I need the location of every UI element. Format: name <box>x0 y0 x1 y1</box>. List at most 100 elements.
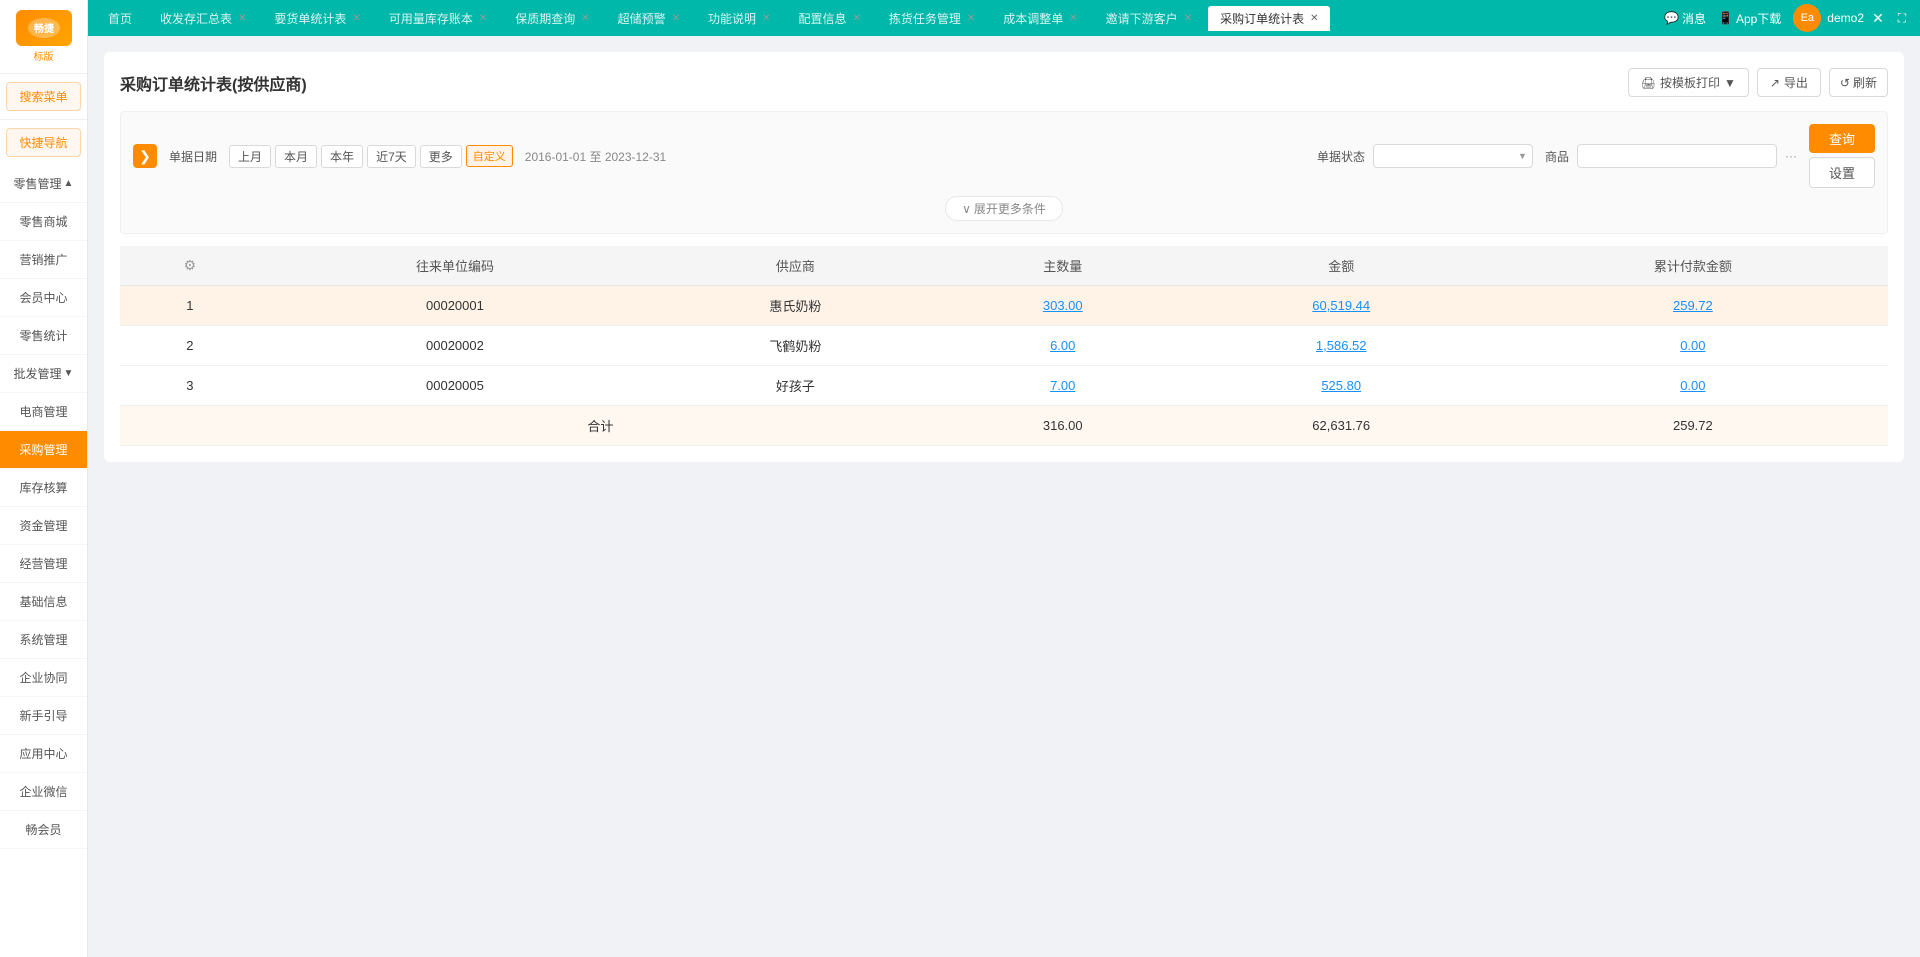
date-btn-this-year[interactable]: 本年 <box>321 145 363 168</box>
filter-expand-row: ∨ 展开更多条件 <box>133 196 1875 221</box>
chevron-down-icon: ▲ <box>64 178 74 189</box>
tab-cost-adjust[interactable]: 成本调整单 ✕ <box>991 6 1089 31</box>
search-menu-button[interactable]: 搜索菜单 <box>6 82 81 111</box>
row-1-paid-link[interactable]: 259.72 <box>1673 298 1713 313</box>
date-btn-7-days[interactable]: 近7天 <box>367 145 416 168</box>
goods-filter-input[interactable] <box>1577 144 1777 168</box>
tab-receive-pay-close[interactable]: ✕ <box>238 13 246 24</box>
export-button[interactable]: ↗ 导出 <box>1757 68 1821 97</box>
window-expand-button[interactable]: ⛶ <box>1892 8 1912 28</box>
tab-home[interactable]: 首页 <box>96 6 144 31</box>
goods-filter-label: 商品 <box>1545 148 1569 165</box>
tab-func-desc-close[interactable]: ✕ <box>762 13 770 24</box>
message-label: 消息 <box>1682 10 1706 27</box>
download-icon: 📱 <box>1718 11 1733 25</box>
date-btn-more[interactable]: 更多 <box>420 145 462 168</box>
tab-expiry-query-close[interactable]: ✕ <box>581 13 589 24</box>
tab-receive-pay[interactable]: 收发存汇总表 ✕ <box>148 6 258 31</box>
sidebar-item-ecommerce-mgmt[interactable]: 电商管理 <box>0 393 87 431</box>
goods-more-button[interactable]: ··· <box>1785 149 1797 163</box>
sidebar-item-wholesale-mgmt[interactable]: 批发管理 ▼ <box>0 355 87 393</box>
row-3-qty-link[interactable]: 7.00 <box>1050 378 1075 393</box>
date-btn-last-month[interactable]: 上月 <box>229 145 271 168</box>
row-2-amount-link[interactable]: 1,586.52 <box>1316 338 1367 353</box>
sidebar-item-vip-member[interactable]: 畅会员 <box>0 811 87 849</box>
sidebar-item-label: 应用中心 <box>19 747 67 761</box>
export-label: 导出 <box>1784 74 1808 91</box>
row-3-paid-link[interactable]: 0.00 <box>1680 378 1705 393</box>
user-info[interactable]: Ea demo2 <box>1793 4 1864 32</box>
date-btn-this-month[interactable]: 本月 <box>275 145 317 168</box>
filter-toggle-button[interactable]: ❯ <box>133 144 157 168</box>
tab-overstock-warn[interactable]: 超储预警 ✕ <box>606 6 692 31</box>
tab-expiry-query[interactable]: 保质期查询 ✕ <box>503 6 601 31</box>
sidebar-item-finance-mgmt[interactable]: 资金管理 <box>0 507 87 545</box>
tab-receive-pay-label: 收发存汇总表 <box>160 10 232 27</box>
column-settings-icon[interactable]: ⚙ <box>184 257 197 273</box>
tab-invite-downstream[interactable]: 邀请下游客户 ✕ <box>1094 6 1204 31</box>
tab-config-info[interactable]: 配置信息 ✕ <box>786 6 872 31</box>
tab-cost-adjust-close[interactable]: ✕ <box>1069 13 1077 24</box>
footer-label: 合计 <box>260 406 941 446</box>
sidebar-item-purchase-mgmt[interactable]: 采购管理 <box>0 431 87 469</box>
row-3-qty: 7.00 <box>941 366 1185 406</box>
message-button[interactable]: 💬 消息 <box>1664 10 1706 27</box>
col-supplier-header: 供应商 <box>650 246 941 286</box>
sidebar-item-enterprise-wechat[interactable]: 企业微信 <box>0 773 87 811</box>
row-2-paid-link[interactable]: 0.00 <box>1680 338 1705 353</box>
tab-overstock-warn-close[interactable]: ✕ <box>672 13 680 24</box>
tab-available-inv-close[interactable]: ✕ <box>479 13 487 24</box>
sidebar-item-enterprise-collab[interactable]: 企业协同 <box>0 659 87 697</box>
refresh-button[interactable]: ↺ 刷新 <box>1829 68 1888 97</box>
row-3-paid: 0.00 <box>1498 366 1888 406</box>
app-logo[interactable]: 畅捷 标版 <box>0 0 87 74</box>
row-1-amount-link[interactable]: 60,519.44 <box>1312 298 1370 313</box>
settings-button[interactable]: 设置 <box>1809 157 1875 188</box>
query-button[interactable]: 查询 <box>1809 124 1875 153</box>
tab-goods-stats-close[interactable]: ✕ <box>352 13 360 24</box>
sidebar-item-app-center[interactable]: 应用中心 <box>0 735 87 773</box>
sidebar-item-inventory-check[interactable]: 库存核算 <box>0 469 87 507</box>
sidebar-item-system-mgmt[interactable]: 系统管理 <box>0 621 87 659</box>
row-3-amount-link[interactable]: 525.80 <box>1321 378 1361 393</box>
sidebar-item-retail-mall[interactable]: 零售商城 <box>0 203 87 241</box>
tab-available-inv[interactable]: 可用量库存账本 ✕ <box>377 6 499 31</box>
expand-conditions-button[interactable]: ∨ 展开更多条件 <box>945 196 1063 221</box>
print-button[interactable]: 🖨 按模板打印 ▼ <box>1628 68 1749 97</box>
export-icon: ↗ <box>1770 76 1780 90</box>
quick-nav-button[interactable]: 快捷导航 <box>6 128 81 157</box>
tab-expiry-query-label: 保质期查询 <box>515 10 575 27</box>
tab-purchase-stats-close[interactable]: ✕ <box>1310 13 1318 24</box>
window-close-button[interactable]: ✕ <box>1868 8 1888 28</box>
tab-config-info-close[interactable]: ✕ <box>852 13 860 24</box>
row-3-amount: 525.80 <box>1185 366 1498 406</box>
tab-pickup-task-close[interactable]: ✕ <box>967 13 975 24</box>
sidebar-item-member-center[interactable]: 会员中心 <box>0 279 87 317</box>
row-3-supplier: 好孩子 <box>650 366 941 406</box>
sidebar-search-section: 搜索菜单 <box>0 74 87 120</box>
app-download-button[interactable]: 📱 App下载 <box>1718 10 1781 27</box>
row-2-qty-link[interactable]: 6.00 <box>1050 338 1075 353</box>
sidebar-item-new-guide[interactable]: 新手引导 <box>0 697 87 735</box>
tab-func-desc[interactable]: 功能说明 ✕ <box>696 6 782 31</box>
tab-invite-downstream-close[interactable]: ✕ <box>1184 13 1192 24</box>
tab-purchase-stats[interactable]: 采购订单统计表 ✕ <box>1208 6 1330 31</box>
tab-goods-stats[interactable]: 要货单统计表 ✕ <box>262 6 372 31</box>
tab-overstock-warn-label: 超储预警 <box>618 10 666 27</box>
page-title: 采购订单统计表(按供应商) <box>120 71 307 95</box>
col-settings: ⚙ <box>120 246 260 286</box>
row-1-qty-link[interactable]: 303.00 <box>1043 298 1083 313</box>
sidebar-item-label: 零售统计 <box>19 329 67 343</box>
tab-pickup-task[interactable]: 拣货任务管理 ✕ <box>877 6 987 31</box>
avatar: Ea <box>1793 4 1821 32</box>
sidebar-item-basic-info[interactable]: 基础信息 <box>0 583 87 621</box>
sidebar-item-operation-mgmt[interactable]: 经营管理 <box>0 545 87 583</box>
status-select[interactable] <box>1373 144 1533 168</box>
col-paid-header: 累计付款金额 <box>1498 246 1888 286</box>
date-custom-badge[interactable]: 自定义 <box>466 145 513 167</box>
print-label: 按模板打印 <box>1660 74 1720 91</box>
sidebar-item-retail-mgmt[interactable]: 零售管理 ▲ <box>0 165 87 203</box>
sidebar-item-marketing[interactable]: 营销推广 <box>0 241 87 279</box>
page-content: 采购订单统计表(按供应商) 🖨 按模板打印 ▼ ↗ 导出 ↺ 刷新 <box>88 36 1920 957</box>
sidebar-item-retail-stats[interactable]: 零售统计 <box>0 317 87 355</box>
